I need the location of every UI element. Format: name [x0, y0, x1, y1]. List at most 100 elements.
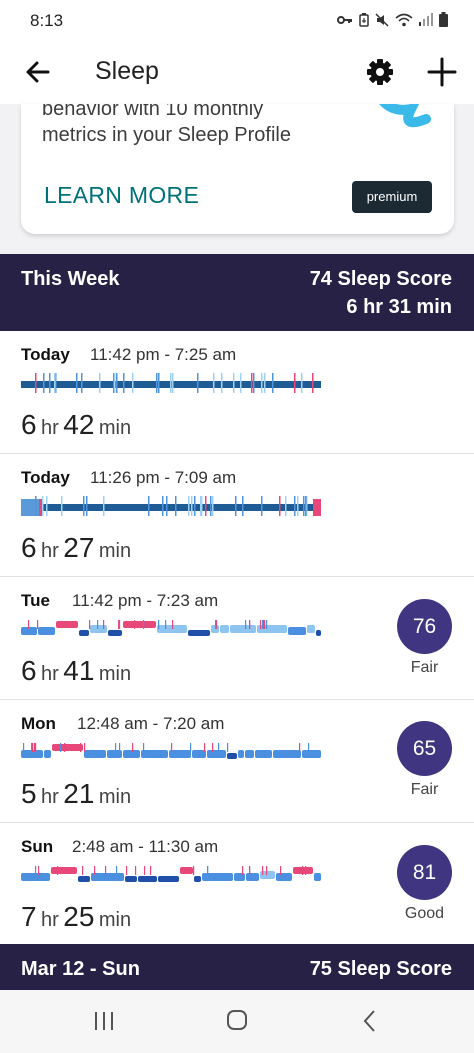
sleep-stage-tick	[218, 743, 220, 752]
sleep-log-duration: 5 hr 21 min	[21, 778, 131, 810]
sleep-stage-segment	[44, 750, 51, 758]
sleep-score-rating: Fair	[410, 781, 439, 798]
promo-line-1: behavior with 10 monthly	[42, 104, 264, 120]
sleep-bar-tick	[294, 496, 296, 516]
sleep-stage-tick	[266, 866, 268, 875]
sleep-log-row[interactable]: Today 11:26 pm - 7:09 am 6 hr 27 min	[0, 454, 474, 577]
sleep-stage-tick	[260, 620, 262, 629]
sleep-log-day: Sun	[21, 837, 54, 856]
sleep-bar-tick	[148, 496, 150, 516]
sleep-stage-tick	[84, 743, 86, 752]
sleep-stage-segment	[38, 627, 55, 635]
sleep-stage-segment	[276, 873, 292, 881]
nav-back-icon[interactable]	[350, 1004, 390, 1038]
sleep-log-time-range: 11:42 pm - 7:23 am	[72, 591, 219, 610]
sleep-bar-tick	[251, 373, 253, 393]
sleep-bar-segment	[313, 499, 321, 516]
sleep-stage-segment	[84, 750, 106, 758]
sleep-bar-tick	[279, 496, 281, 516]
promo-line-2: metrics in your Sleep Profile	[42, 124, 291, 146]
sleep-bar-tick	[83, 496, 85, 516]
sleep-stage-tick	[119, 620, 121, 629]
signal-icon	[419, 13, 433, 26]
sleep-stage-segment	[238, 750, 244, 758]
sleep-stage-segment	[246, 873, 259, 881]
wifi-icon	[395, 13, 413, 26]
sleep-bar-tick	[191, 496, 193, 516]
sleep-score-badge: 65	[397, 721, 452, 776]
arrow-back-icon[interactable]	[20, 54, 56, 90]
sleep-stage-tick	[143, 620, 145, 629]
sleep-stage-tick	[172, 620, 174, 629]
app-bar: Sleep	[0, 40, 474, 104]
sleep-stage-tick	[34, 743, 36, 752]
duration-hours: 6	[21, 409, 37, 440]
sleep-bar-tick	[261, 496, 263, 516]
duration-minutes: 21	[63, 778, 95, 809]
sleep-bar-tick	[242, 496, 244, 516]
duration-hr-unit: hr	[41, 540, 59, 562]
home-icon[interactable]	[217, 1004, 257, 1038]
sleep-stage-segment	[91, 873, 124, 881]
sleep-stage-segment	[52, 744, 83, 751]
sleep-stage-bar	[21, 866, 321, 882]
sleep-stage-bar	[21, 373, 321, 393]
sleep-bar-tick	[264, 373, 266, 393]
sleep-log-day: Mon	[21, 714, 56, 733]
sleep-stage-tick	[144, 866, 146, 875]
sleep-stage-tick	[299, 743, 301, 752]
sleep-bar-tick	[35, 373, 37, 393]
sleep-stage-tick	[82, 866, 84, 875]
sleep-stage-tick	[143, 743, 145, 752]
sleep-stage-tick	[89, 620, 91, 629]
sleep-log-row[interactable]: Sun 2:48 am - 11:30 am 7 hr 25 min 81 Good	[0, 823, 474, 946]
duration-hr-unit: hr	[41, 909, 59, 931]
sleep-bar-tick	[200, 496, 202, 516]
sleep-stage-tick	[37, 620, 39, 629]
sleep-stage-tick	[302, 866, 304, 875]
status-time: 8:13	[30, 11, 64, 30]
sleep-bar-tick	[99, 373, 101, 393]
sleep-bar-tick	[272, 373, 274, 393]
duration-minutes: 27	[63, 532, 95, 563]
next-week-label: Mar 12 - Sun	[21, 958, 140, 980]
sleep-stage-tick	[94, 866, 96, 875]
recents-icon[interactable]	[84, 1004, 124, 1038]
gear-icon[interactable]	[362, 54, 398, 90]
sleep-bar-tick	[116, 373, 118, 393]
sleep-stage-segment	[158, 876, 179, 882]
sleep-bar-tick	[76, 373, 78, 393]
duration-min-unit: min	[98, 417, 132, 439]
sleep-log-time-range: 11:26 pm - 7:09 am	[90, 468, 237, 487]
sleep-stage-segment	[273, 750, 301, 758]
duration-hours: 5	[21, 778, 37, 809]
week-duration: 6 hr 31 min	[346, 296, 452, 318]
sleep-stage-tick	[132, 743, 134, 752]
sleep-stage-segment	[188, 630, 210, 636]
sleep-log-row[interactable]: Today 11:42 pm - 7:25 am 6 hr 42 min	[0, 331, 474, 454]
sleep-bar-tick	[261, 373, 263, 393]
sleep-stage-tick	[204, 743, 206, 752]
sleep-stage-tick	[60, 743, 62, 752]
sleep-stage-tick	[135, 866, 137, 875]
sleep-bar-tick	[213, 373, 215, 393]
sleep-stage-tick	[28, 620, 30, 629]
sleep-bar-tick	[158, 373, 160, 393]
sleep-stage-segment	[194, 876, 201, 882]
sleep-stage-tick	[249, 866, 251, 875]
sleep-bar-tick	[212, 496, 214, 516]
learn-more-link[interactable]: LEARN MORE	[44, 182, 199, 209]
sleep-stage-segment	[207, 750, 226, 758]
sleep-stage-tick	[308, 743, 310, 752]
duration-hr-unit: hr	[41, 663, 59, 685]
this-week-header: This Week 74 Sleep Score 6 hr 31 min	[0, 254, 474, 331]
sleep-bar-tick	[194, 496, 196, 516]
sleep-bar-tick	[162, 496, 164, 516]
sleep-log-row[interactable]: Mon 12:48 am - 7:20 am 5 hr 21 min 65 Fair	[0, 700, 474, 823]
sleep-stage-tick	[245, 620, 247, 629]
sleep-stage-tick	[305, 866, 307, 875]
sleep-stage-segment	[123, 750, 140, 758]
sleep-bar-tick	[172, 373, 174, 393]
sleep-log-row[interactable]: Tue 11:42 pm - 7:23 am 6 hr 41 min 76 Fair	[0, 577, 474, 700]
plus-icon[interactable]	[424, 54, 460, 90]
